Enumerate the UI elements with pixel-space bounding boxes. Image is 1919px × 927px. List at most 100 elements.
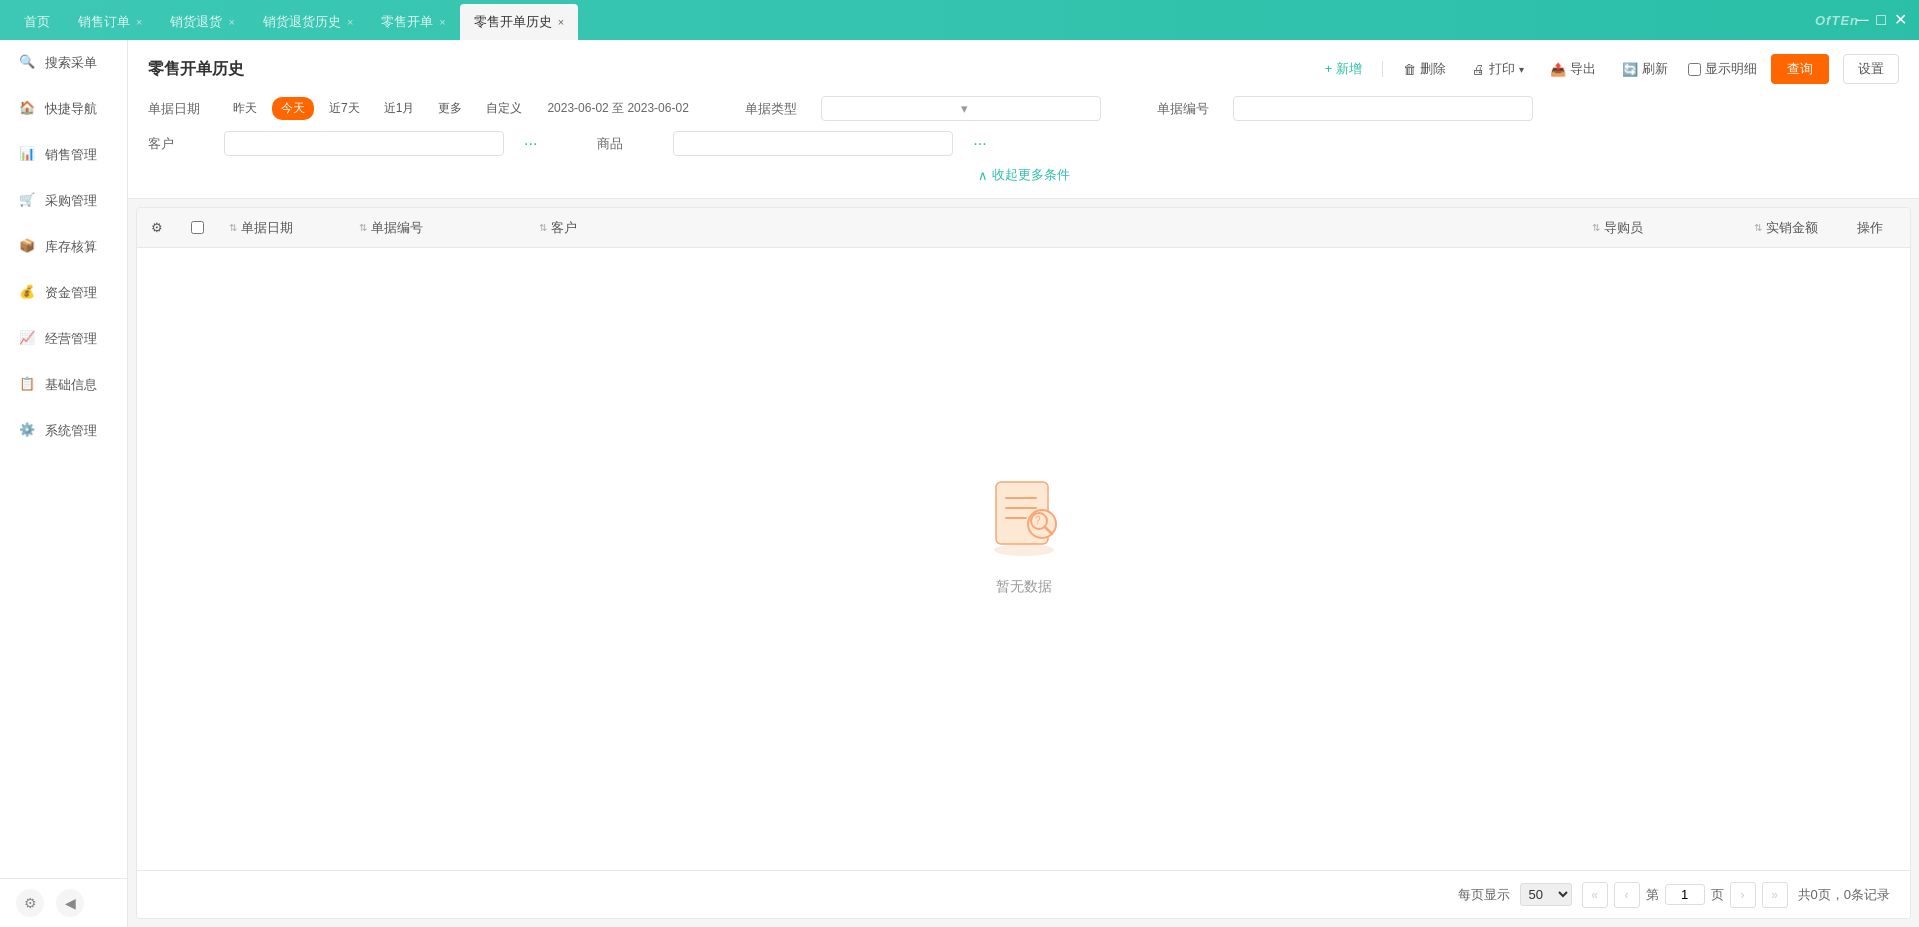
tab-retail-history[interactable]: 零售开单历史 × (460, 4, 578, 40)
tabs-container: 首页销售订单 ×销货退货 ×销货退货历史 ×零售开单 ×零售开单历史 × (10, 0, 578, 40)
table-section: ⚙ ⇅ 单据日期 ⇅ 单据编号 ⇅ 客户 ⇅ (136, 207, 1911, 919)
settings-button[interactable]: 设置 (1843, 54, 1899, 84)
tab-close-sales-return-history[interactable]: × (347, 16, 353, 28)
tab-retail-open[interactable]: 零售开单 × (367, 4, 459, 40)
tab-close-sales-order[interactable]: × (136, 16, 142, 28)
tab-sales-return-history[interactable]: 销货退货历史 × (249, 4, 367, 40)
tab-sales-order[interactable]: 销售订单 × (64, 4, 156, 40)
window-close-icon[interactable]: ✕ (1894, 12, 1907, 28)
sidebar-settings-btn[interactable]: ⚙ (16, 889, 44, 917)
date-buttons: 昨天今天近7天近1月更多自定义 (224, 96, 531, 121)
date-btn-近1月[interactable]: 近1月 (375, 96, 424, 121)
pagination: 每页显示 50 10 20 100 « ‹ 第 页 › » 共0页，0条记录 (137, 870, 1910, 918)
th-amount: ⇅ 实销金额 (1700, 219, 1830, 237)
sidebar-icon-sales-mgmt: 📊 (19, 146, 37, 164)
sidebar-item-purchase-mgmt[interactable]: 🛒采购管理 (0, 178, 127, 224)
table-settings-icon[interactable]: ⚙ (151, 220, 163, 235)
per-page-select[interactable]: 50 10 20 100 (1520, 883, 1572, 906)
toolbar: + 新增 🗑 删除 🖨 打印 ▾ 📤 导出 (1319, 54, 1899, 84)
th-guide: ⇅ 导购员 (1580, 219, 1700, 237)
sort-customer-icon[interactable]: ⇅ (539, 222, 547, 233)
date-btn-自定义[interactable]: 自定义 (477, 96, 531, 121)
th-checkbox[interactable] (177, 221, 217, 234)
page-title: 零售开单历史 (148, 59, 244, 80)
last-page-btn[interactable]: » (1762, 882, 1788, 908)
tab-home[interactable]: 首页 (10, 4, 64, 40)
sidebar-icon-search-purchase: 🔍 (19, 54, 37, 72)
display-detail-input[interactable] (1688, 63, 1701, 76)
page-header: 零售开单历史 + 新增 🗑 删除 🖨 打印 ▾ 📤 导出 (128, 40, 1919, 199)
sidebar-item-operations[interactable]: 📈经营管理 (0, 316, 127, 362)
main-layout: 🔍 搜索采单 🏠快捷导航 📊 销售管理 🛒采购管理📦库存核算💰资金管理📈经营管理📋基础信息… (0, 40, 1919, 927)
print-icon: 🖨 (1472, 62, 1485, 77)
sidebar-item-quick-nav[interactable]: 🏠快捷导航 (0, 86, 127, 132)
refresh-button[interactable]: 🔄 刷新 (1616, 56, 1674, 82)
sort-guide-icon[interactable]: ⇅ (1592, 222, 1600, 233)
print-button[interactable]: 🖨 打印 ▾ (1466, 56, 1530, 82)
sidebar-label-search-purchase: 搜索采单 (45, 54, 97, 72)
sidebar-icon-system: ⚙️ (19, 422, 37, 440)
date-btn-今天[interactable]: 今天 (272, 97, 314, 120)
tab-close-sales-return[interactable]: × (228, 16, 234, 28)
export-button[interactable]: 📤 导出 (1544, 56, 1602, 82)
date-btn-更多[interactable]: 更多 (429, 96, 471, 121)
sidebar-item-system[interactable]: ⚙️系统管理 (0, 408, 127, 454)
date-btn-近7天[interactable]: 近7天 (320, 96, 369, 121)
minimize-icon[interactable]: ─ (1857, 12, 1868, 28)
export-icon: 📤 (1550, 62, 1566, 77)
sidebar-item-finance[interactable]: 💰资金管理 (0, 270, 127, 316)
sidebar-icon-base-info: 📋 (19, 376, 37, 394)
doc-num-input[interactable] (1233, 96, 1533, 121)
sidebar-icon-finance: 💰 (19, 284, 37, 302)
window-controls: ─ □ ✕ (1857, 12, 1907, 28)
tab-close-retail-open[interactable]: × (439, 16, 445, 28)
top-bar: 首页销售订单 ×销货退货 ×销货退货历史 ×零售开单 ×零售开单历史 × OfT… (0, 0, 1919, 40)
tab-close-retail-history[interactable]: × (558, 16, 564, 28)
sort-num-icon[interactable]: ⇅ (359, 222, 367, 233)
query-button[interactable]: 查询 (1771, 54, 1829, 84)
svg-point-0 (994, 544, 1054, 556)
customer-input[interactable] (224, 131, 504, 156)
page-suffix: 页 (1711, 886, 1724, 904)
doc-type-select[interactable]: ▾ (821, 96, 1101, 121)
date-btn-昨天[interactable]: 昨天 (224, 96, 266, 121)
sidebar-collapse-btn[interactable]: ◀ (56, 889, 84, 917)
product-input[interactable] (673, 131, 953, 156)
empty-illustration: ? (974, 462, 1074, 562)
tab-sales-return[interactable]: 销货退货 × (156, 4, 248, 40)
date-filter-label: 单据日期 (148, 100, 208, 118)
customer-label: 客户 (148, 135, 208, 153)
select-all-checkbox[interactable] (191, 221, 204, 234)
sidebar-label-sales-mgmt: 销售管理 (45, 146, 97, 164)
page-title-row: 零售开单历史 + 新增 🗑 删除 🖨 打印 ▾ 📤 导出 (148, 54, 1899, 84)
maximize-icon[interactable]: □ (1876, 12, 1886, 28)
product-search-icon[interactable]: ··· (969, 135, 990, 153)
sidebar-icon-operations: 📈 (19, 330, 37, 348)
table-header: ⚙ ⇅ 单据日期 ⇅ 单据编号 ⇅ 客户 ⇅ (137, 208, 1910, 248)
next-page-btn[interactable]: › (1730, 882, 1756, 908)
delete-button[interactable]: 🗑 删除 (1397, 56, 1452, 82)
sidebar-icon-inventory: 📦 (19, 238, 37, 256)
customer-search-icon[interactable]: ··· (520, 135, 541, 153)
sidebar-label-quick-nav: 快捷导航 (45, 100, 97, 118)
sort-date-icon[interactable]: ⇅ (229, 222, 237, 233)
product-label: 商品 (597, 135, 657, 153)
display-detail-checkbox[interactable]: 显示明细 (1688, 60, 1757, 78)
th-customer: ⇅ 客户 (527, 219, 1580, 237)
prev-page-btn[interactable]: ‹ (1614, 882, 1640, 908)
page-number-input[interactable] (1665, 884, 1705, 905)
new-button[interactable]: + 新增 (1319, 56, 1368, 82)
sidebar-bottom: ⚙ ◀ (0, 878, 127, 927)
th-settings[interactable]: ⚙ (137, 220, 177, 235)
sidebar-item-base-info[interactable]: 📋基础信息 (0, 362, 127, 408)
doc-num-label: 单据编号 (1157, 100, 1217, 118)
svg-text:?: ? (1035, 515, 1041, 526)
sidebar-item-sales-mgmt[interactable]: 📊 销售管理 (0, 132, 127, 178)
brand-logo: OfTEn (1815, 13, 1859, 28)
sort-amount-icon[interactable]: ⇅ (1754, 222, 1762, 233)
first-page-btn[interactable]: « (1582, 882, 1608, 908)
collapse-button[interactable]: ∧ 收起更多条件 (148, 166, 1899, 184)
sidebar-item-search-purchase[interactable]: 🔍 搜索采单 (0, 40, 127, 86)
print-chevron-icon: ▾ (1519, 64, 1524, 75)
sidebar-item-inventory[interactable]: 📦库存核算 (0, 224, 127, 270)
